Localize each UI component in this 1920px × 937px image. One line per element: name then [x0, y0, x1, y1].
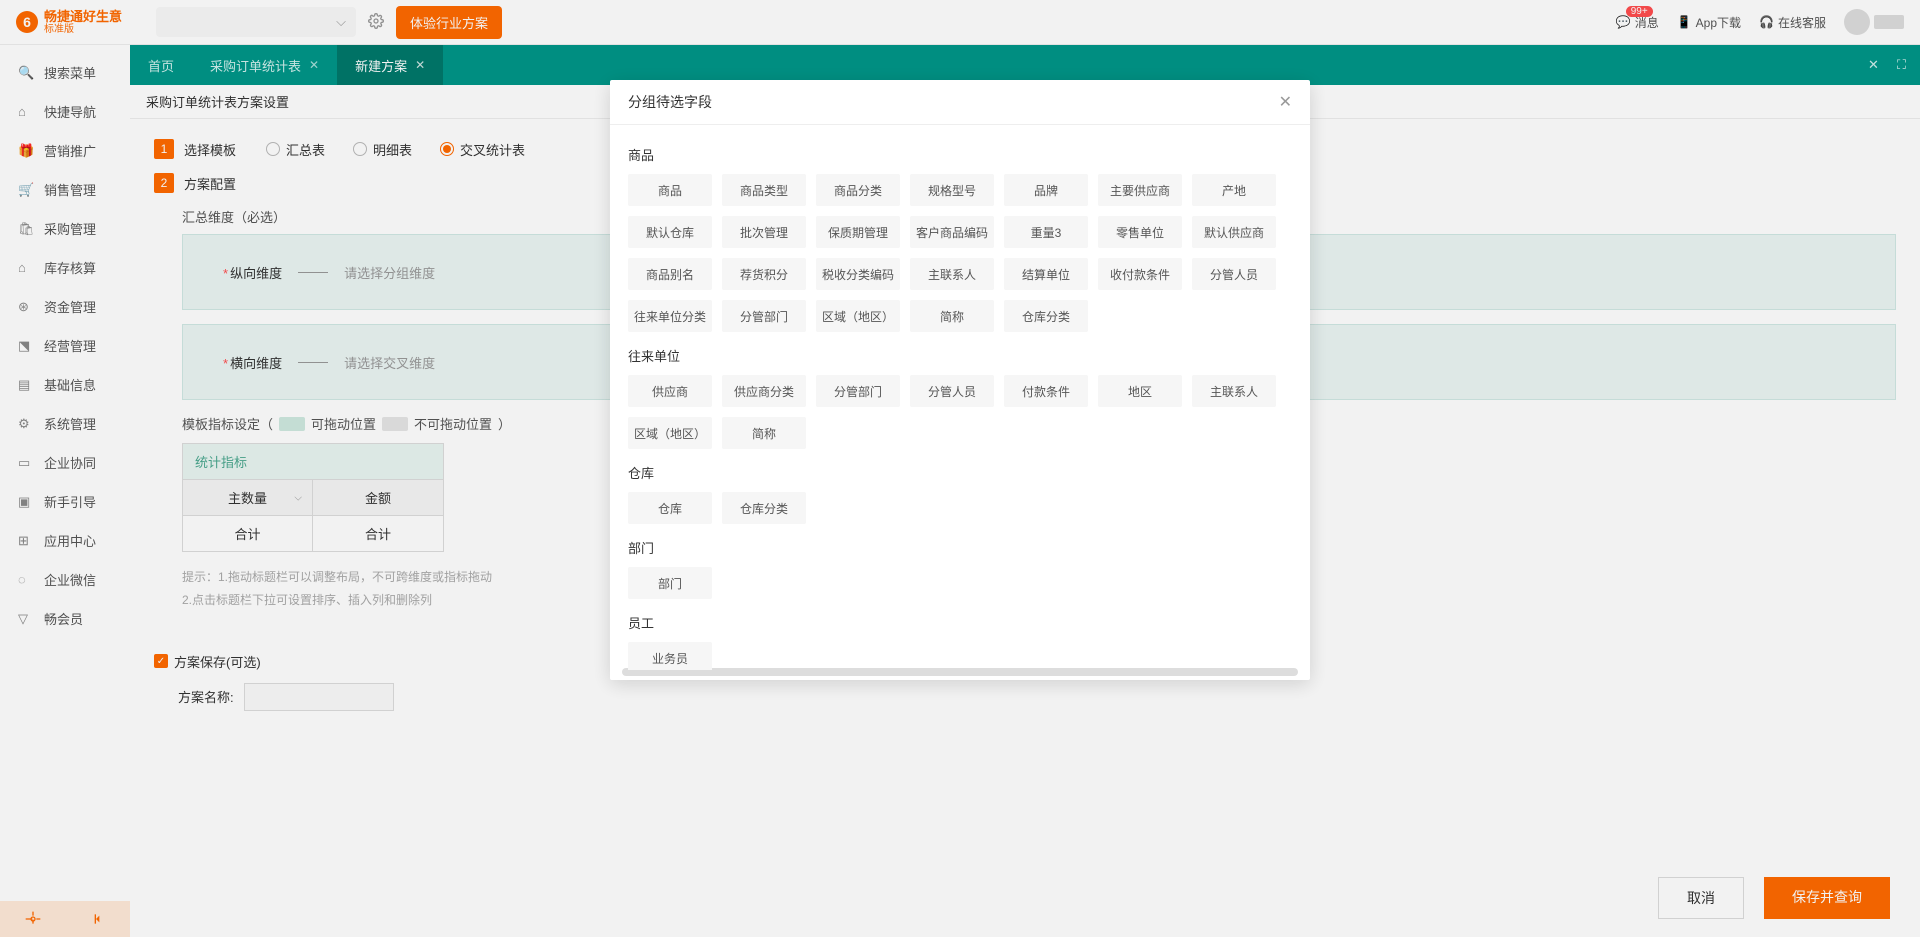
field-chip[interactable]: 地区	[1098, 375, 1182, 407]
field-chip[interactable]: 默认供应商	[1192, 216, 1276, 248]
field-chip[interactable]: 规格型号	[910, 174, 994, 206]
field-chip[interactable]: 客户商品编码	[910, 216, 994, 248]
field-chip[interactable]: 仓库分类	[1004, 300, 1088, 332]
field-chip[interactable]: 默认仓库	[628, 216, 712, 248]
field-chip[interactable]: 区域（地区）	[628, 417, 712, 449]
field-chip[interactable]: 分管人员	[1192, 258, 1276, 290]
field-chip[interactable]: 批次管理	[722, 216, 806, 248]
field-chip[interactable]: 往来单位分类	[628, 300, 712, 332]
field-chip[interactable]: 部门	[628, 567, 712, 599]
field-group-title-2: 仓库	[628, 463, 1292, 482]
modal-overlay: 分组待选字段 ✕ 商品商品商品类型商品分类规格型号品牌主要供应商产地默认仓库批次…	[0, 0, 1920, 937]
field-chip[interactable]: 仓库	[628, 492, 712, 524]
field-group-title-0: 商品	[628, 145, 1292, 164]
field-group-items-2: 仓库仓库分类	[628, 492, 1292, 524]
field-chip[interactable]: 收付款条件	[1098, 258, 1182, 290]
field-chip[interactable]: 付款条件	[1004, 375, 1088, 407]
modal-title: 分组待选字段	[628, 92, 712, 112]
field-group-items-3: 部门	[628, 567, 1292, 599]
field-chip[interactable]: 供应商分类	[722, 375, 806, 407]
field-chip[interactable]: 区域（地区）	[816, 300, 900, 332]
field-chip[interactable]: 仓库分类	[722, 492, 806, 524]
field-group-title-3: 部门	[628, 538, 1292, 557]
field-chip[interactable]: 商品分类	[816, 174, 900, 206]
field-chip[interactable]: 商品类型	[722, 174, 806, 206]
field-selector-modal: 分组待选字段 ✕ 商品商品商品类型商品分类规格型号品牌主要供应商产地默认仓库批次…	[610, 80, 1310, 680]
field-chip[interactable]: 保质期管理	[816, 216, 900, 248]
modal-body: 商品商品商品类型商品分类规格型号品牌主要供应商产地默认仓库批次管理保质期管理客户…	[610, 125, 1310, 670]
field-chip[interactable]: 分管人员	[910, 375, 994, 407]
field-chip[interactable]: 业务员	[628, 642, 712, 670]
field-group-items-1: 供应商供应商分类分管部门分管人员付款条件地区主联系人区域（地区） 简称	[628, 375, 1292, 449]
field-chip[interactable]: 结算单位	[1004, 258, 1088, 290]
field-chip[interactable]: 主联系人	[910, 258, 994, 290]
field-chip[interactable]: 商品别名	[628, 258, 712, 290]
field-chip[interactable]: 荐货积分	[722, 258, 806, 290]
field-chip[interactable]: 税收分类编码	[816, 258, 900, 290]
field-chip[interactable]: 产地	[1192, 174, 1276, 206]
modal-header: 分组待选字段 ✕	[610, 80, 1310, 125]
modal-horizontal-scrollbar[interactable]	[610, 670, 1310, 680]
field-chip[interactable]: 主联系人	[1192, 375, 1276, 407]
field-group-items-0: 商品商品类型商品分类规格型号品牌主要供应商产地默认仓库批次管理保质期管理客户商品…	[628, 174, 1292, 332]
field-chip[interactable]: 商品	[628, 174, 712, 206]
field-chip[interactable]: 零售单位	[1098, 216, 1182, 248]
modal-close-icon[interactable]: ✕	[1279, 92, 1292, 112]
field-chip[interactable]: 供应商	[628, 375, 712, 407]
field-chip[interactable]: 主要供应商	[1098, 174, 1182, 206]
field-chip[interactable]: 品牌	[1004, 174, 1088, 206]
field-group-items-4: 业务员	[628, 642, 1292, 670]
field-chip[interactable]: 简称	[722, 417, 806, 449]
field-chip[interactable]: 重量3	[1004, 216, 1088, 248]
field-group-title-4: 员工	[628, 613, 1292, 632]
field-chip[interactable]: 简称	[910, 300, 994, 332]
field-group-title-1: 往来单位	[628, 346, 1292, 365]
field-chip[interactable]: 分管部门	[816, 375, 900, 407]
field-chip[interactable]: 分管部门	[722, 300, 806, 332]
